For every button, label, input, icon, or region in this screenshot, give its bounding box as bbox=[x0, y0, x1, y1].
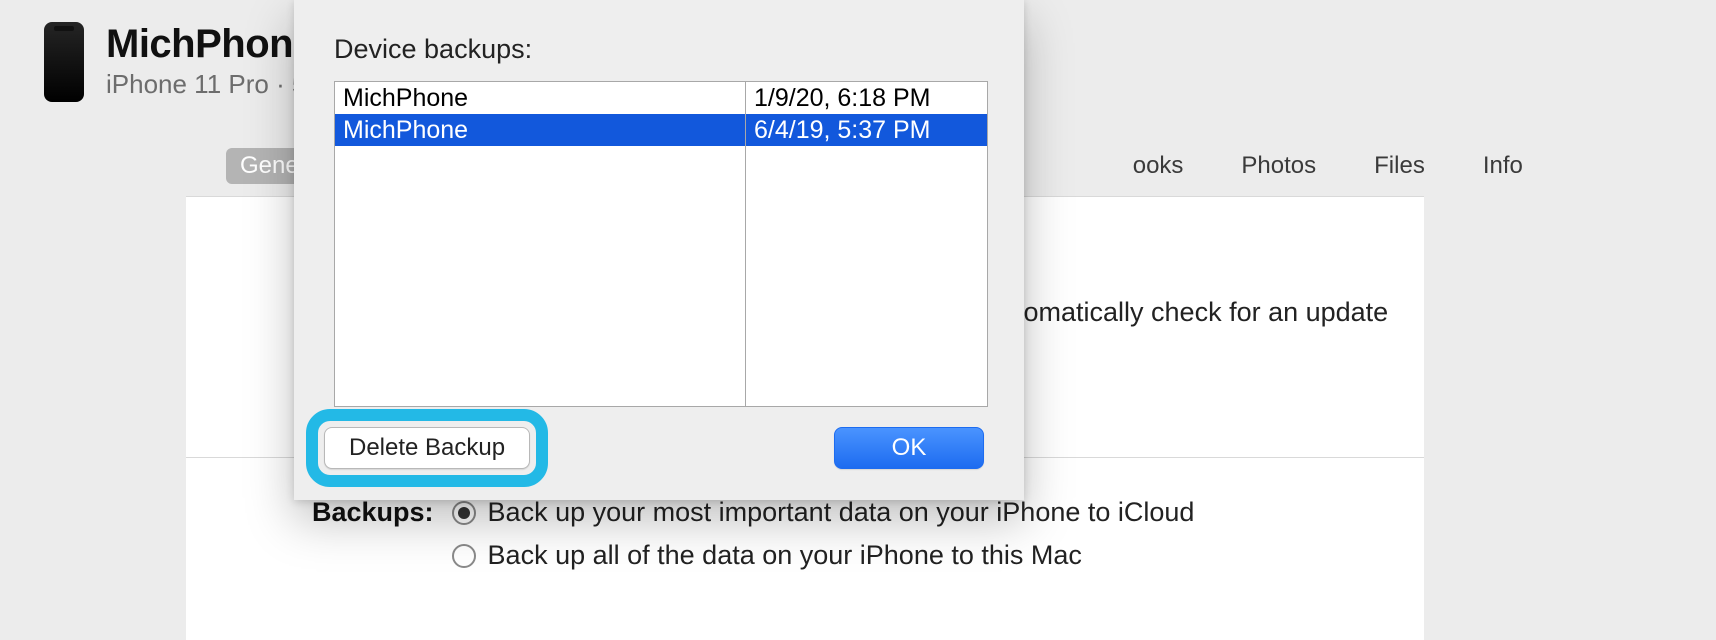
tab-photos[interactable]: Photos bbox=[1227, 148, 1330, 184]
table-row[interactable]: MichPhone 6/4/19, 5:37 PM bbox=[335, 114, 987, 146]
backups-section: Backups: Back up your most important dat… bbox=[312, 497, 1194, 571]
tab-info[interactable]: Info bbox=[1469, 148, 1537, 184]
delete-backup-highlight: Delete Backup bbox=[306, 409, 548, 487]
backups-label: Backups: bbox=[312, 497, 434, 528]
device-name: MichPhone bbox=[106, 22, 315, 67]
tab-files[interactable]: Files bbox=[1360, 148, 1439, 184]
device-info: MichPhone iPhone 11 Pro · 5 bbox=[106, 22, 315, 100]
backup-list[interactable]: MichPhone 1/9/20, 6:18 PM MichPhone 6/4/… bbox=[334, 81, 988, 407]
backup-option-icloud[interactable]: Back up your most important data on your… bbox=[452, 497, 1195, 528]
backup-option-label: Back up your most important data on your… bbox=[488, 497, 1195, 528]
dialog-button-row: Delete Backup OK bbox=[306, 408, 984, 488]
ok-button[interactable]: OK bbox=[834, 427, 984, 469]
tab-books[interactable]: ooks bbox=[1133, 148, 1198, 184]
table-row[interactable]: MichPhone 1/9/20, 6:18 PM bbox=[335, 82, 987, 114]
backup-option-mac[interactable]: Back up all of the data on your iPhone t… bbox=[452, 540, 1195, 571]
radio-icon bbox=[452, 544, 476, 568]
dialog-title: Device backups: bbox=[334, 34, 984, 65]
list-empty-area bbox=[335, 146, 987, 406]
software-update-text: tomatically check for an update bbox=[1016, 297, 1388, 328]
radio-icon bbox=[452, 501, 476, 525]
delete-backup-button[interactable]: Delete Backup bbox=[324, 427, 530, 469]
backup-option-label: Back up all of the data on your iPhone t… bbox=[488, 540, 1082, 571]
device-model: iPhone 11 Pro · 5 bbox=[106, 69, 315, 100]
backup-date-cell: 6/4/19, 5:37 PM bbox=[746, 114, 987, 146]
backup-date-cell: 1/9/20, 6:18 PM bbox=[746, 82, 987, 114]
backup-name-cell: MichPhone bbox=[335, 82, 746, 114]
backup-options: Back up your most important data on your… bbox=[452, 497, 1195, 571]
device-backups-dialog: Device backups: MichPhone 1/9/20, 6:18 P… bbox=[294, 0, 1024, 500]
backup-name-cell: MichPhone bbox=[335, 114, 746, 146]
phone-icon bbox=[44, 22, 84, 102]
